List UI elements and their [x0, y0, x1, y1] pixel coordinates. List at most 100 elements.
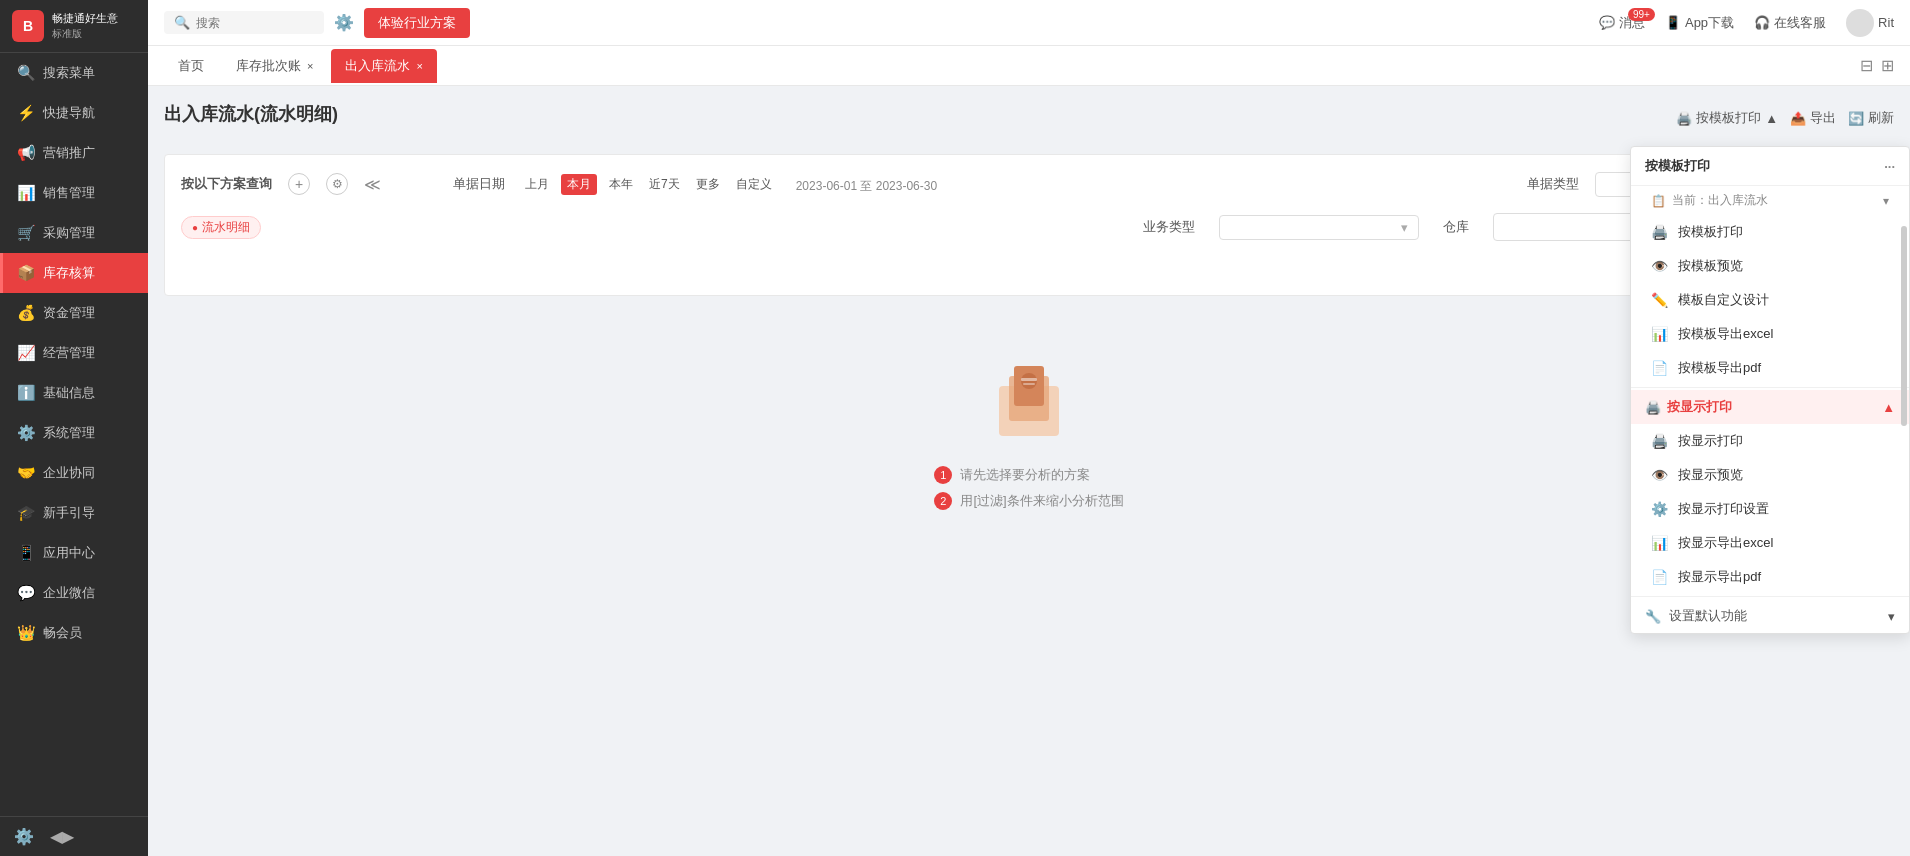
sidebar: B 畅捷通好生意 标准版 🔍 搜索菜单 ⚡ 快捷导航 📢 营销推广 📊 销售管理… — [0, 0, 148, 856]
template-print-item[interactable]: 🖨️ 按模板打印 — [1631, 215, 1909, 249]
operations-icon: 📈 — [17, 344, 35, 362]
sys-mgmt-icon: ⚙️ — [17, 424, 35, 442]
sidebar-item-marketing[interactable]: 📢 营销推广 — [0, 133, 148, 173]
template-print-label: 按模板打印 — [1678, 223, 1743, 241]
sidebar-item-inventory[interactable]: 📦 库存核算 — [0, 253, 148, 293]
online-service-icon: 🎧 — [1754, 15, 1770, 30]
empty-step-1: 1 请先选择要分析的方案 — [934, 462, 1123, 488]
print-template-button[interactable]: 🖨️ 按模板打印 ▲ — [1676, 109, 1778, 127]
sidebar-item-label: 资金管理 — [43, 304, 95, 322]
warehouse-label: 仓库 — [1443, 218, 1469, 236]
template-preview-item[interactable]: 👁️ 按模板预览 — [1631, 249, 1909, 283]
print-chevron-icon: ▲ — [1765, 111, 1778, 126]
tab-inventory-batch[interactable]: 库存批次账 × — [222, 49, 327, 83]
sidebar-item-basic-info[interactable]: ℹ️ 基础信息 — [0, 373, 148, 413]
notification-icon: 💬 — [1599, 15, 1615, 30]
search-input[interactable] — [196, 16, 296, 30]
template-export-pdf-item[interactable]: 📄 按模板导出pdf — [1631, 351, 1909, 385]
notification-button[interactable]: 💬 消息 99+ — [1599, 14, 1645, 32]
beginner-guide-icon: 🎓 — [17, 504, 35, 522]
sidebar-item-app-center[interactable]: 📱 应用中心 — [0, 533, 148, 573]
template-export-excel-label: 按模板导出excel — [1678, 325, 1773, 343]
sidebar-item-label: 搜索菜单 — [43, 64, 95, 82]
display-export-excel-item[interactable]: 📊 按显示导出excel — [1631, 526, 1909, 560]
print-template-label: 按模板打印 — [1696, 109, 1761, 127]
settings-icon[interactable]: ⚙️ — [14, 827, 34, 846]
sidebar-item-enterprise-wechat[interactable]: 💬 企业微信 — [0, 573, 148, 613]
online-service-button[interactable]: 🎧 在线客服 — [1754, 14, 1826, 32]
sidebar-item-sales[interactable]: 📊 销售管理 — [0, 173, 148, 213]
date-last-7days[interactable]: 近7天 — [645, 174, 684, 195]
empty-steps: 1 请先选择要分析的方案 2 用[过滤]条件来缩小分析范围 — [934, 462, 1123, 514]
app-download-button[interactable]: 📱 App下载 — [1665, 14, 1734, 32]
display-export-pdf-label: 按显示导出pdf — [1678, 568, 1761, 586]
date-this-month[interactable]: 本月 — [561, 174, 597, 195]
display-preview-item[interactable]: 👁️ 按显示预览 — [1631, 458, 1909, 492]
template-export-excel-item[interactable]: 📊 按模板导出excel — [1631, 317, 1909, 351]
print-dropdown-title: 按模板打印 — [1645, 157, 1710, 175]
topbar-search[interactable]: 🔍 — [164, 11, 324, 34]
sidebar-item-label: 企业协同 — [43, 464, 95, 482]
filter-setting-button[interactable]: ⚙ — [326, 173, 348, 195]
sidebar-item-quick-nav[interactable]: ⚡ 快捷导航 — [0, 93, 148, 133]
filter-collapse-icon[interactable]: ≪ — [364, 175, 381, 194]
sidebar-item-finance[interactable]: 💰 资金管理 — [0, 293, 148, 333]
sidebar-item-search-menu[interactable]: 🔍 搜索菜单 — [0, 53, 148, 93]
display-export-pdf-item[interactable]: 📄 按显示导出pdf — [1631, 560, 1909, 594]
sidebar-item-purchase[interactable]: 🛒 采购管理 — [0, 213, 148, 253]
sidebar-item-enterprise-collab[interactable]: 🤝 企业协同 — [0, 453, 148, 493]
filter-tag-label: 流水明细 — [202, 219, 250, 236]
template-custom-label: 模板自定义设计 — [1678, 291, 1769, 309]
app-edition: 标准版 — [52, 27, 118, 41]
user-avatar-button[interactable]: Rit — [1846, 9, 1894, 37]
biz-type-label: 业务类型 — [1143, 218, 1195, 236]
date-range-display: 2023-06-01 至 2023-06-30 — [796, 178, 937, 195]
display-print-settings-item[interactable]: ⚙️ 按显示打印设置 — [1631, 492, 1909, 526]
filter-add-button[interactable]: + — [288, 173, 310, 195]
display-preview-icon: 👁️ — [1651, 467, 1668, 483]
set-default-item[interactable]: 🔧 设置默认功能 ▾ — [1631, 599, 1909, 633]
collapse-sidebar-icon[interactable]: ◀▶ — [50, 827, 74, 846]
biz-type-select[interactable]: ▾ — [1219, 215, 1419, 240]
tab-inout-flow-close[interactable]: × — [416, 60, 422, 72]
date-custom[interactable]: 自定义 — [732, 174, 776, 195]
page-title: 出入库流水(流水明细) — [164, 102, 338, 126]
filter-row-2: ● 流水明细 业务类型 ▾ 仓库 ··· 设置 — [181, 211, 1877, 243]
date-last-month[interactable]: 上月 — [521, 174, 553, 195]
sidebar-item-operations[interactable]: 📈 经营管理 — [0, 333, 148, 373]
tab-right-actions: ⊟ ⊞ — [1860, 56, 1894, 75]
sidebar-item-label: 基础信息 — [43, 384, 95, 402]
topbar-gear-icon[interactable]: ⚙️ — [334, 13, 354, 32]
industry-solution-button[interactable]: 体验行业方案 — [364, 8, 470, 38]
sidebar-item-label: 新手引导 — [43, 504, 95, 522]
dropdown-scrollbar[interactable] — [1901, 226, 1907, 426]
display-print-group-title[interactable]: 🖨️ 按显示打印 ▲ — [1631, 390, 1909, 424]
template-preview-label: 按模板预览 — [1678, 257, 1743, 275]
refresh-button[interactable]: 🔄 刷新 — [1848, 109, 1894, 127]
date-more[interactable]: 更多 — [692, 174, 724, 195]
display-export-excel-icon: 📊 — [1651, 535, 1668, 551]
sidebar-item-beginner-guide[interactable]: 🎓 新手引导 — [0, 493, 148, 533]
export-button[interactable]: 📤 导出 — [1790, 109, 1836, 127]
purchase-icon: 🛒 — [17, 224, 35, 242]
sidebar-menu: 🔍 搜索菜单 ⚡ 快捷导航 📢 营销推广 📊 销售管理 🛒 采购管理 📦 库存核… — [0, 53, 148, 816]
empty-step-2: 2 用[过滤]条件来缩小分析范围 — [934, 488, 1123, 514]
sidebar-item-sys-mgmt[interactable]: ⚙️ 系统管理 — [0, 413, 148, 453]
tab-home[interactable]: 首页 — [164, 49, 218, 83]
tab-inout-flow[interactable]: 出入库流水 × — [331, 49, 436, 83]
tab-inventory-batch-close[interactable]: × — [307, 60, 313, 72]
collapse-more-button[interactable]: ▲ 收起更多条件 — [181, 255, 1877, 281]
refresh-icon: 🔄 — [1848, 111, 1864, 126]
filter-tag-flow-detail[interactable]: ● 流水明细 — [181, 216, 261, 239]
date-this-year[interactable]: 本年 — [605, 174, 637, 195]
step-2-text: 用[过滤]条件来缩小分析范围 — [960, 488, 1123, 514]
display-print-item[interactable]: 🖨️ 按显示打印 — [1631, 424, 1909, 458]
tab-maximize-icon[interactable]: ⊞ — [1881, 56, 1894, 75]
sidebar-item-label: 采购管理 — [43, 224, 95, 242]
main-area: 🔍 ⚙️ 体验行业方案 💬 消息 99+ 📱 App下载 🎧 在线客服 Rit — [148, 0, 1910, 856]
template-custom-item[interactable]: ✏️ 模板自定义设计 — [1631, 283, 1909, 317]
topbar-right: 💬 消息 99+ 📱 App下载 🎧 在线客服 Rit — [1599, 9, 1894, 37]
print-header-dots-icon[interactable]: ··· — [1884, 159, 1895, 174]
tab-minimize-icon[interactable]: ⊟ — [1860, 56, 1873, 75]
sidebar-item-membership[interactable]: 👑 畅会员 — [0, 613, 148, 653]
